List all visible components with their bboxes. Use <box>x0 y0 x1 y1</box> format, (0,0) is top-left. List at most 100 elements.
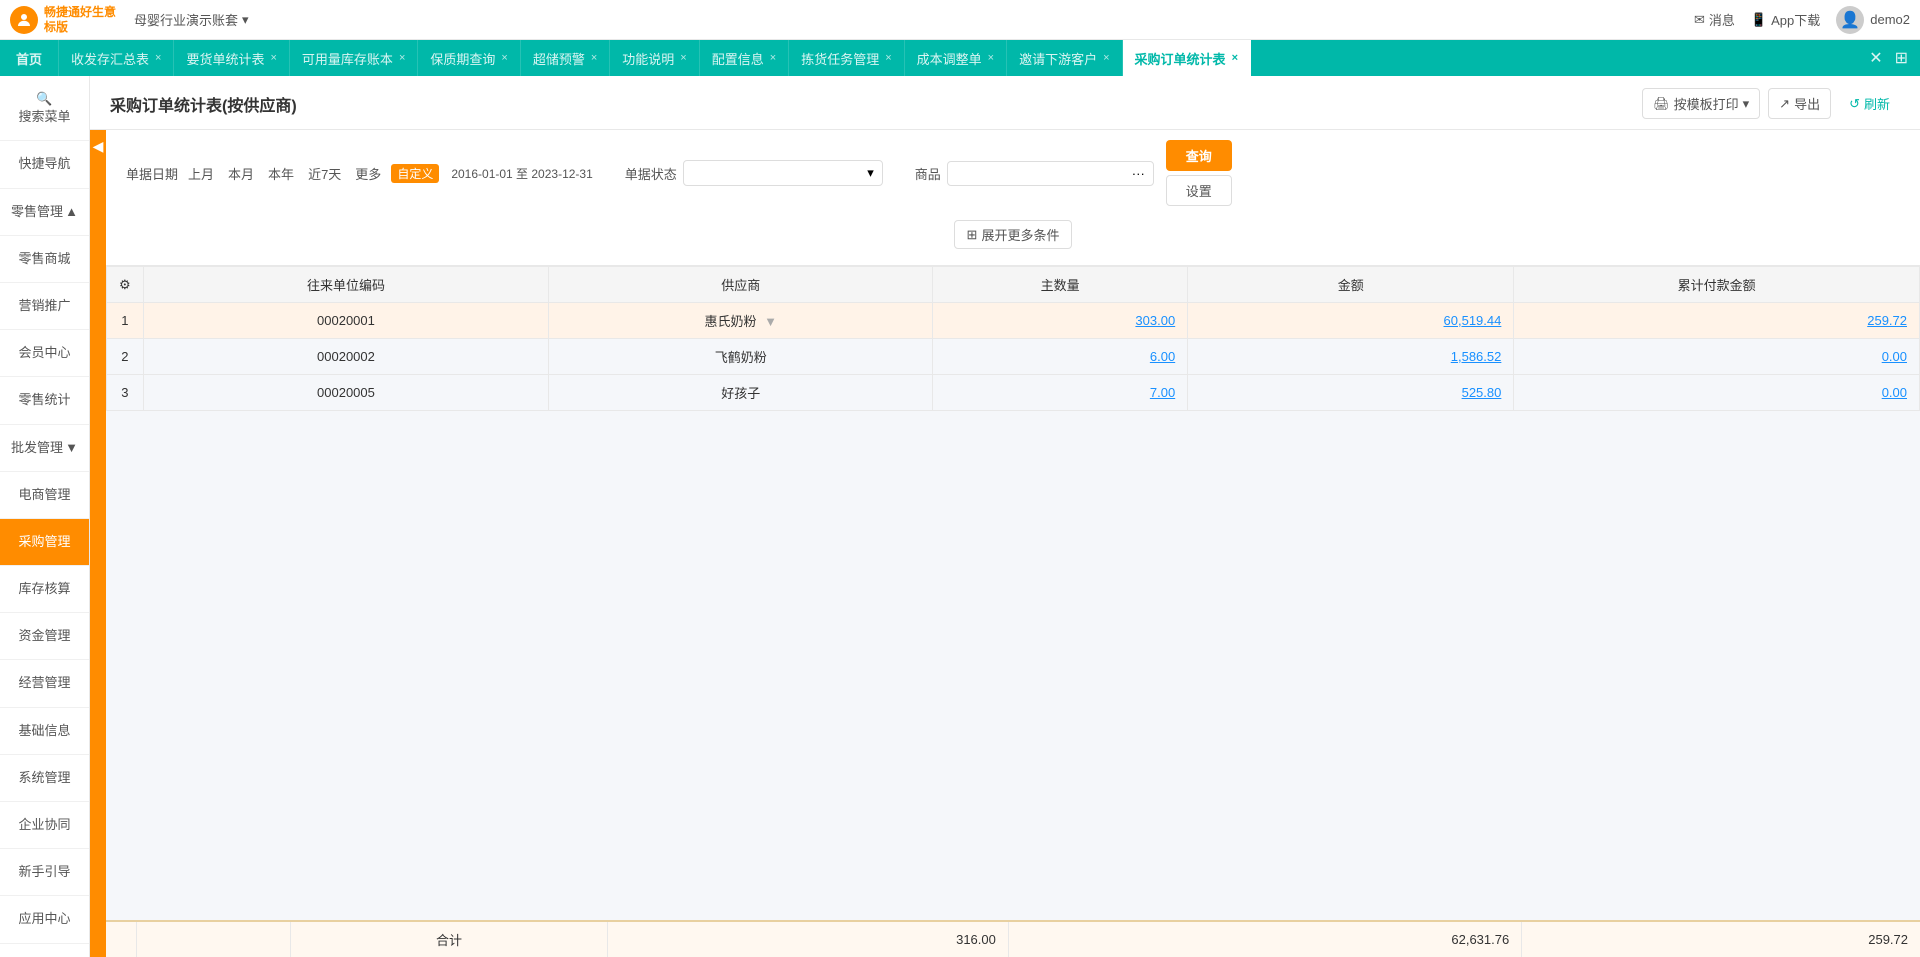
sidebar-item-retail-stats[interactable]: 零售统计 <box>0 377 89 424</box>
filter-bar: 单据日期 上月 本月 本年 近7天 更多 自定义 2016-01-0 <box>106 130 1920 266</box>
tab-pick-task[interactable]: 拣货任务管理 × <box>789 40 904 76</box>
col-header-unit-code: 往来单位编码 <box>143 267 549 303</box>
date-custom-tag[interactable]: 自定义 <box>391 164 439 183</box>
tab-warranty-query[interactable]: 保质期查询 × <box>418 40 520 76</box>
nav-right-btns: ✕ ⊞ <box>1865 40 1920 76</box>
sidebar-item-enterprise-wechat[interactable]: 企业微信 <box>0 944 89 957</box>
row-3-supplier: 好孩子 <box>549 375 933 411</box>
sidebar-item-inventory[interactable]: 库存核算 <box>0 566 89 613</box>
tab-order-stats-label: 要货单统计表 <box>186 49 264 68</box>
date-shortcut-last-month[interactable]: 上月 <box>184 162 218 185</box>
tab-overstock-warning-close[interactable]: × <box>591 52 597 64</box>
expand-more-btn[interactable]: ⊞ 展开更多条件 <box>954 220 1073 249</box>
sidebar-item-search[interactable]: 🔍 搜索菜单 <box>0 76 89 141</box>
row-1-expand-icon[interactable]: ▼ <box>764 314 777 329</box>
user-area[interactable]: 👤 demo2 <box>1836 6 1910 34</box>
goods-input[interactable] <box>956 166 1132 181</box>
query-button[interactable]: 查询 <box>1166 140 1232 171</box>
tab-warranty-query-close[interactable]: × <box>501 52 507 64</box>
tab-inventory-ledger-close[interactable]: × <box>399 52 405 64</box>
tab-order-stats[interactable]: 要货单统计表 × <box>174 40 289 76</box>
tab-home-label: 首页 <box>16 49 42 68</box>
row-3-paid-amount[interactable]: 0.00 <box>1514 375 1920 411</box>
date-shortcut-this-year[interactable]: 本年 <box>264 162 298 185</box>
app-download-btn[interactable]: 📱 App下载 <box>1751 10 1820 29</box>
phone-icon: 📱 <box>1751 12 1767 28</box>
table-body: 1 00020001 惠氏奶粉 ▼ 303.00 60,519.44 259.7… <box>107 303 1920 411</box>
app-download-label: App下载 <box>1771 10 1820 29</box>
status-select[interactable]: ▾ <box>683 160 883 186</box>
filter-sidebar-toggle[interactable]: ◀ <box>90 130 106 957</box>
sidebar-item-finance[interactable]: 资金管理 <box>0 613 89 660</box>
tab-pick-task-close[interactable]: × <box>885 52 891 64</box>
logo-area: 畅捷通好生意 标版 <box>10 5 116 34</box>
message-btn[interactable]: ✉ 消息 <box>1694 10 1735 29</box>
refresh-icon: ↺ <box>1849 96 1860 112</box>
message-label: 消息 <box>1709 10 1735 29</box>
sidebar-item-app-center[interactable]: 应用中心 <box>0 896 89 943</box>
row-2-main-qty[interactable]: 6.00 <box>933 339 1188 375</box>
tab-home[interactable]: 首页 <box>0 40 59 76</box>
sidebar-item-new-guide[interactable]: 新手引导 <box>0 849 89 896</box>
tab-purchase-order-stats-close[interactable]: × <box>1232 52 1238 64</box>
date-shortcut-this-month[interactable]: 本月 <box>224 162 258 185</box>
tab-config-info-close[interactable]: × <box>770 52 776 64</box>
tab-pick-task-label: 拣货任务管理 <box>801 49 879 68</box>
tab-invite-downstream-close[interactable]: × <box>1103 52 1109 64</box>
table-row: 1 00020001 惠氏奶粉 ▼ 303.00 60,519.44 259.7… <box>107 303 1920 339</box>
row-2-paid-amount[interactable]: 0.00 <box>1514 339 1920 375</box>
sidebar-item-marketing[interactable]: 营销推广 <box>0 283 89 330</box>
sidebar-item-quick-nav[interactable]: 快捷导航 <box>0 141 89 188</box>
tab-receive-send[interactable]: 收发存汇总表 × <box>59 40 174 76</box>
tab-config-info[interactable]: 配置信息 × <box>700 40 789 76</box>
goods-more-icon[interactable]: ··· <box>1132 166 1145 181</box>
sidebar-item-ecommerce[interactable]: 电商管理 <box>0 472 89 519</box>
status-label: 单据状态 <box>625 164 677 183</box>
date-shortcut-more[interactable]: 更多 <box>351 162 385 185</box>
row-2-amount[interactable]: 1,586.52 <box>1188 339 1514 375</box>
tab-function-desc-label: 功能说明 <box>622 49 674 68</box>
settings-button[interactable]: 设置 <box>1166 175 1232 206</box>
sidebar-item-purchase[interactable]: 采购管理 <box>0 519 89 566</box>
nav-close-btn[interactable]: ✕ <box>1865 48 1886 68</box>
tab-invite-downstream[interactable]: 邀请下游客户 × <box>1007 40 1122 76</box>
row-1-index: 1 <box>107 303 144 339</box>
refresh-button[interactable]: ↺ 刷新 <box>1839 89 1900 118</box>
sidebar-item-system[interactable]: 系统管理 <box>0 755 89 802</box>
data-table: ⚙ 往来单位编码 供应商 主数量 金额 累计付款金额 1 000 <box>106 266 1920 411</box>
sidebar-item-enterprise-collab[interactable]: 企业协同 <box>0 802 89 849</box>
workspace-selector[interactable]: 母婴行业演示账套 ▾ <box>134 10 249 29</box>
row-1-unit-code: 00020001 <box>143 303 549 339</box>
tab-order-stats-close[interactable]: × <box>270 52 276 64</box>
row-3-main-qty[interactable]: 7.00 <box>933 375 1188 411</box>
tab-function-desc-close[interactable]: × <box>680 52 686 64</box>
row-1-amount[interactable]: 60,519.44 <box>1188 303 1514 339</box>
col-header-main-qty: 主数量 <box>933 267 1188 303</box>
row-1-paid-amount[interactable]: 259.72 <box>1514 303 1920 339</box>
row-3-amount[interactable]: 525.80 <box>1188 375 1514 411</box>
tab-cost-adjust-label: 成本调整单 <box>917 49 982 68</box>
tab-receive-send-close[interactable]: × <box>155 52 161 64</box>
tab-cost-adjust-close[interactable]: × <box>988 52 994 64</box>
row-2-supplier: 飞鹤奶粉 <box>549 339 933 375</box>
tab-inventory-ledger[interactable]: 可用量库存账本 × <box>290 40 418 76</box>
tab-function-desc[interactable]: 功能说明 × <box>610 40 699 76</box>
sidebar-item-operation[interactable]: 经营管理 <box>0 660 89 707</box>
workspace-dropdown-icon: ▾ <box>242 12 249 28</box>
sidebar-item-retail-mall[interactable]: 零售商城 <box>0 236 89 283</box>
template-print-button[interactable]: 🖨 按模板打印 ▾ <box>1642 88 1760 119</box>
username-label: demo2 <box>1870 12 1910 27</box>
sidebar-item-wholesale[interactable]: 批发管理 ▼ <box>0 425 89 472</box>
tab-config-info-label: 配置信息 <box>712 49 764 68</box>
sidebar-item-retail[interactable]: 零售管理 ▲ <box>0 189 89 236</box>
sidebar-item-member[interactable]: 会员中心 <box>0 330 89 377</box>
export-button[interactable]: ↗ 导出 <box>1768 88 1831 119</box>
tab-purchase-order-stats[interactable]: 采购订单统计表 × <box>1123 40 1251 76</box>
tab-cost-adjust[interactable]: 成本调整单 × <box>905 40 1007 76</box>
tab-overstock-warning[interactable]: 超储预警 × <box>521 40 610 76</box>
date-shortcut-7days[interactable]: 近7天 <box>304 162 345 185</box>
sidebar-item-basic-info[interactable]: 基础信息 <box>0 708 89 755</box>
row-1-main-qty[interactable]: 303.00 <box>933 303 1188 339</box>
nav-expand-btn[interactable]: ⊞ <box>1891 48 1912 68</box>
filter-row-1: 单据日期 上月 本月 本年 近7天 更多 自定义 2016-01-0 <box>126 140 1900 206</box>
